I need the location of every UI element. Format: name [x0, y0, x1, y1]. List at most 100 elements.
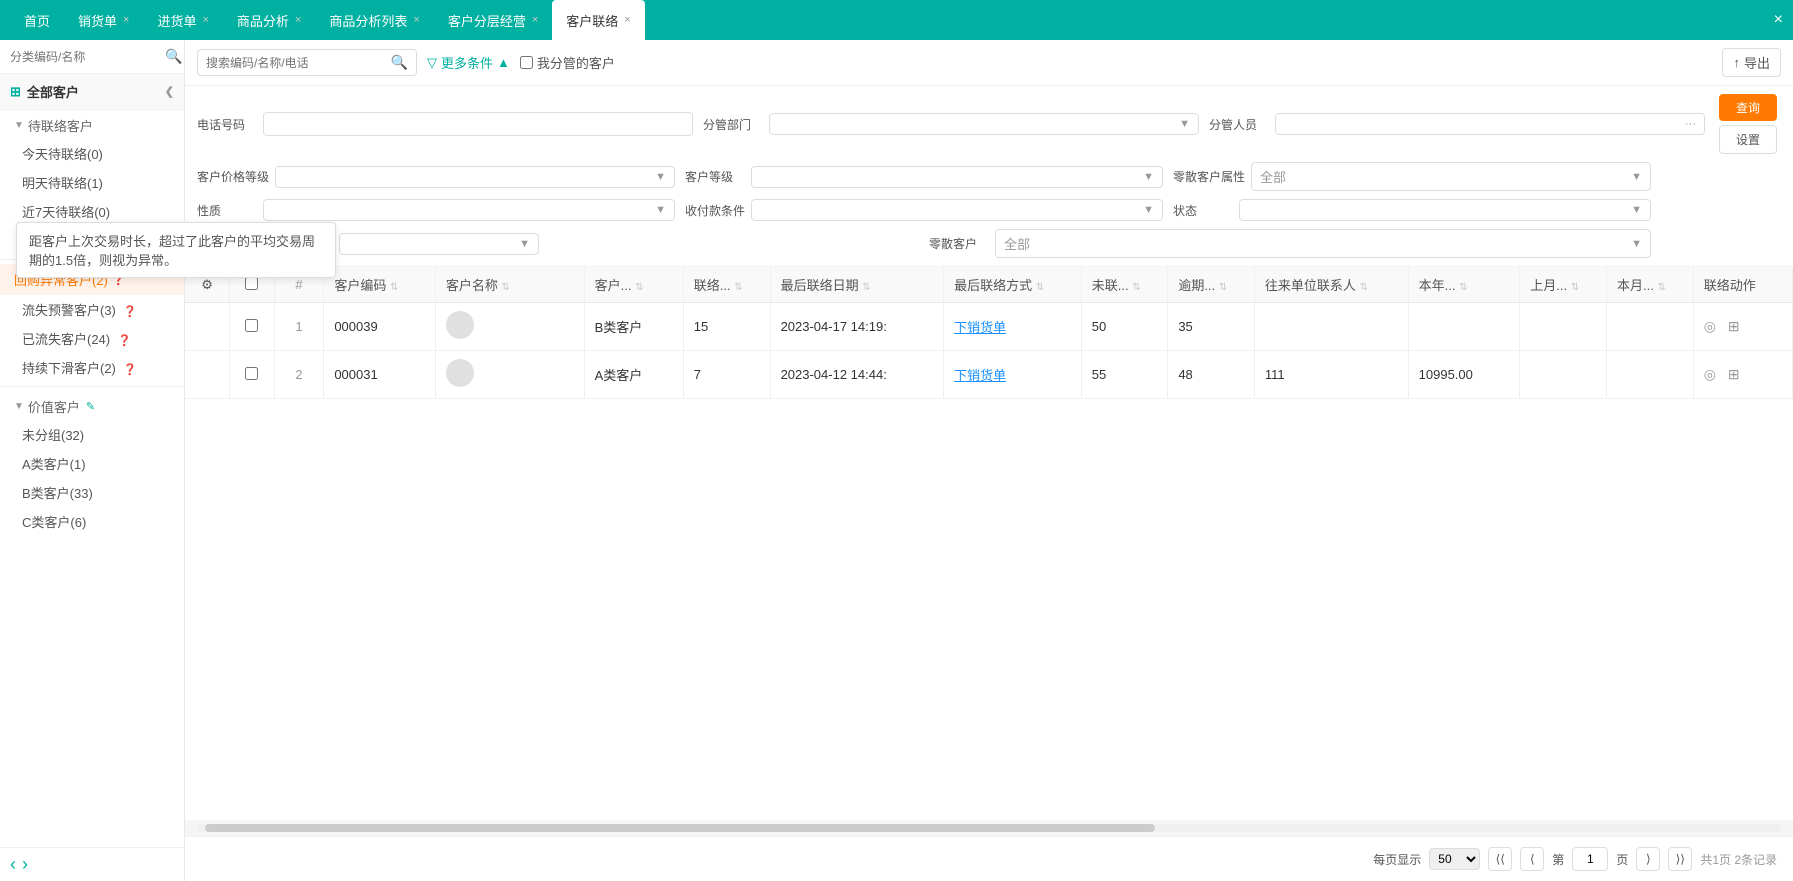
edit-icon[interactable]: ✎	[86, 400, 95, 413]
nav-purchase[interactable]: 进货单 ×	[143, 0, 222, 40]
nav-product-analysis[interactable]: 商品分析 ×	[223, 0, 315, 40]
table-row: 1 000039 B类客户 15 2023-04-17 14:19: 下销货单 …	[185, 303, 1793, 351]
col-this-year-header[interactable]: 本年... ⇅	[1408, 267, 1520, 303]
sidebar-item-a-class[interactable]: A类客户(1)	[0, 449, 184, 478]
sidebar-item-tomorrow[interactable]: 明天待联络(1)	[0, 168, 184, 197]
nav-sales[interactable]: 销货单 ×	[64, 0, 143, 40]
sidebar-item-b-class[interactable]: B类客户(33)	[0, 478, 184, 507]
row1-last-way[interactable]: 下销货单	[944, 303, 1082, 351]
col-contact-header[interactable]: 联络... ⇅	[683, 267, 770, 303]
more-conditions-button[interactable]: ▽ 更多条件 ▲	[427, 53, 510, 72]
row2-name[interactable]	[435, 351, 584, 399]
status-select[interactable]: ▼	[1239, 199, 1651, 221]
sidebar-search-icon[interactable]: 🔍	[165, 48, 182, 65]
page-number-input[interactable]	[1572, 847, 1608, 871]
row1-code[interactable]: 000039	[324, 303, 436, 351]
sidebar-item-loss-warning[interactable]: 流失预警客户(3) ❓	[0, 295, 184, 324]
nav-home[interactable]: 首页	[10, 0, 64, 40]
col-overdue-header[interactable]: 逾期... ⇅	[1168, 267, 1255, 303]
scrollbar-thumb[interactable]	[205, 824, 1155, 832]
grade-select[interactable]: ▼	[751, 166, 1163, 188]
close-sales-icon[interactable]: ×	[123, 14, 129, 26]
sort-this-year-icon: ⇅	[1459, 282, 1467, 293]
col-name-header[interactable]: 客户名称 ⇅	[435, 267, 584, 303]
sort-last-date-icon: ⇅	[862, 282, 870, 293]
tooltip-box: 距客户上次交易时长，超过了此客户的平均交易周期的1.5倍，则视为异常。	[16, 222, 336, 278]
row1-checkbox[interactable]	[230, 303, 275, 351]
prev-page-button[interactable]: ⟨	[1520, 847, 1544, 871]
col-uncontact-header[interactable]: 未联... ⇅	[1081, 267, 1168, 303]
row2-last-way[interactable]: 下销货单	[944, 351, 1082, 399]
row1-this-year	[1408, 303, 1520, 351]
row2-action[interactable]: ◎ ⊞	[1693, 351, 1792, 399]
row1-select[interactable]	[245, 319, 258, 332]
row2-last-date: 2023-04-12 14:44:	[770, 351, 944, 399]
close-product-analysis-icon[interactable]: ×	[295, 14, 301, 26]
sidebar-group-pending[interactable]: ▼ 待联络客户	[0, 110, 184, 139]
sidebar-search-box[interactable]: 🔍	[0, 40, 184, 74]
payment-select[interactable]: ▼	[751, 199, 1163, 221]
sort-contact-person-icon: ⇅	[1360, 282, 1368, 293]
query-button[interactable]: 查询	[1719, 94, 1777, 121]
col-last-date-header[interactable]: 最后联络日期 ⇅	[770, 267, 944, 303]
next-page-button[interactable]: ⟩	[1636, 847, 1660, 871]
row1-name[interactable]	[435, 303, 584, 351]
settings-button[interactable]: 设置	[1719, 125, 1777, 154]
export-button[interactable]: ↑ 导出	[1722, 48, 1781, 77]
main-search-icon[interactable]: 🔍	[391, 54, 408, 71]
sidebar-search-input[interactable]	[10, 50, 165, 64]
left-arrow-icon[interactable]: ‹	[10, 854, 16, 875]
close-product-list-icon[interactable]: ×	[413, 14, 419, 26]
question-icon-2[interactable]: ❓	[123, 306, 137, 318]
filter-icon: ▽	[427, 55, 437, 71]
select-all-checkbox[interactable]	[245, 277, 258, 290]
close-customer-segment-icon[interactable]: ×	[532, 14, 538, 26]
col-last-month-header[interactable]: 上月... ⇅	[1520, 267, 1607, 303]
nav-customer-contact[interactable]: 客户联络 ×	[552, 0, 644, 40]
retail-customer-select[interactable]: 全部 ▼	[995, 229, 1651, 258]
dept-select[interactable]: ▼	[769, 113, 1199, 135]
nav-product-list[interactable]: 商品分析列表 ×	[315, 0, 433, 40]
sidebar-item-lost[interactable]: 已流失客户(24) ❓	[0, 324, 184, 353]
nav-customer-segment[interactable]: 客户分层经营 ×	[434, 0, 552, 40]
my-customers-checkbox[interactable]	[520, 56, 533, 69]
sort-last-month-icon: ⇅	[1571, 282, 1579, 293]
question-icon-3[interactable]: ❓	[117, 335, 131, 347]
collapse-arrow-icon[interactable]: ❮	[165, 85, 174, 98]
per-page-select[interactable]: 50 20 100	[1429, 848, 1480, 870]
col-type-header[interactable]: 客户... ⇅	[584, 267, 683, 303]
filter-retail-attr: 零散客户属性 全部 ▼	[1173, 162, 1651, 191]
question-icon-4[interactable]: ❓	[123, 364, 137, 376]
row1-action[interactable]: ◎ ⊞	[1693, 303, 1792, 351]
my-customers-checkbox-area[interactable]: 我分管的客户	[520, 53, 615, 72]
row2-select[interactable]	[245, 367, 258, 380]
close-customer-contact-icon[interactable]: ×	[624, 14, 630, 26]
window-close-button[interactable]: ×	[1774, 11, 1783, 29]
main-search-input[interactable]	[206, 56, 391, 70]
main-search-box[interactable]: 🔍	[197, 49, 417, 76]
sort-this-month-icon: ⇅	[1657, 282, 1665, 293]
close-purchase-icon[interactable]: ×	[202, 14, 208, 26]
customer-type-select[interactable]: ▼	[339, 233, 539, 255]
sidebar-group-value[interactable]: ▼ 价值客户 ✎	[0, 391, 184, 420]
row2-code[interactable]: 000031	[324, 351, 436, 399]
col-contact-person-header[interactable]: 往来单位联系人 ⇅	[1254, 267, 1408, 303]
sidebar-item-unclassified[interactable]: 未分组(32)	[0, 420, 184, 449]
price-grade-select[interactable]: ▼	[275, 166, 675, 188]
horizontal-scrollbar[interactable]	[197, 824, 1781, 832]
col-code-header[interactable]: 客户编码 ⇅	[324, 267, 436, 303]
all-customers-title[interactable]: ⊞ 全部客户 ❮	[0, 74, 184, 110]
manager-select[interactable]: ···	[1275, 113, 1705, 135]
first-page-button[interactable]: ⟨⟨	[1488, 847, 1512, 871]
phone-input[interactable]	[263, 112, 693, 136]
col-last-way-header[interactable]: 最后联络方式 ⇅	[944, 267, 1082, 303]
sidebar-item-declining[interactable]: 持续下滑客户(2) ❓	[0, 353, 184, 382]
sidebar-item-c-class[interactable]: C类客户(6)	[0, 507, 184, 536]
last-page-button[interactable]: ⟩⟩	[1668, 847, 1692, 871]
gender-select[interactable]: ▼	[263, 199, 675, 221]
row2-checkbox[interactable]	[230, 351, 275, 399]
retail-attr-select[interactable]: 全部 ▼	[1251, 162, 1651, 191]
sidebar-item-today[interactable]: 今天待联络(0)	[0, 139, 184, 168]
right-arrow-icon[interactable]: ›	[22, 854, 28, 875]
col-this-month-header[interactable]: 本月... ⇅	[1606, 267, 1693, 303]
